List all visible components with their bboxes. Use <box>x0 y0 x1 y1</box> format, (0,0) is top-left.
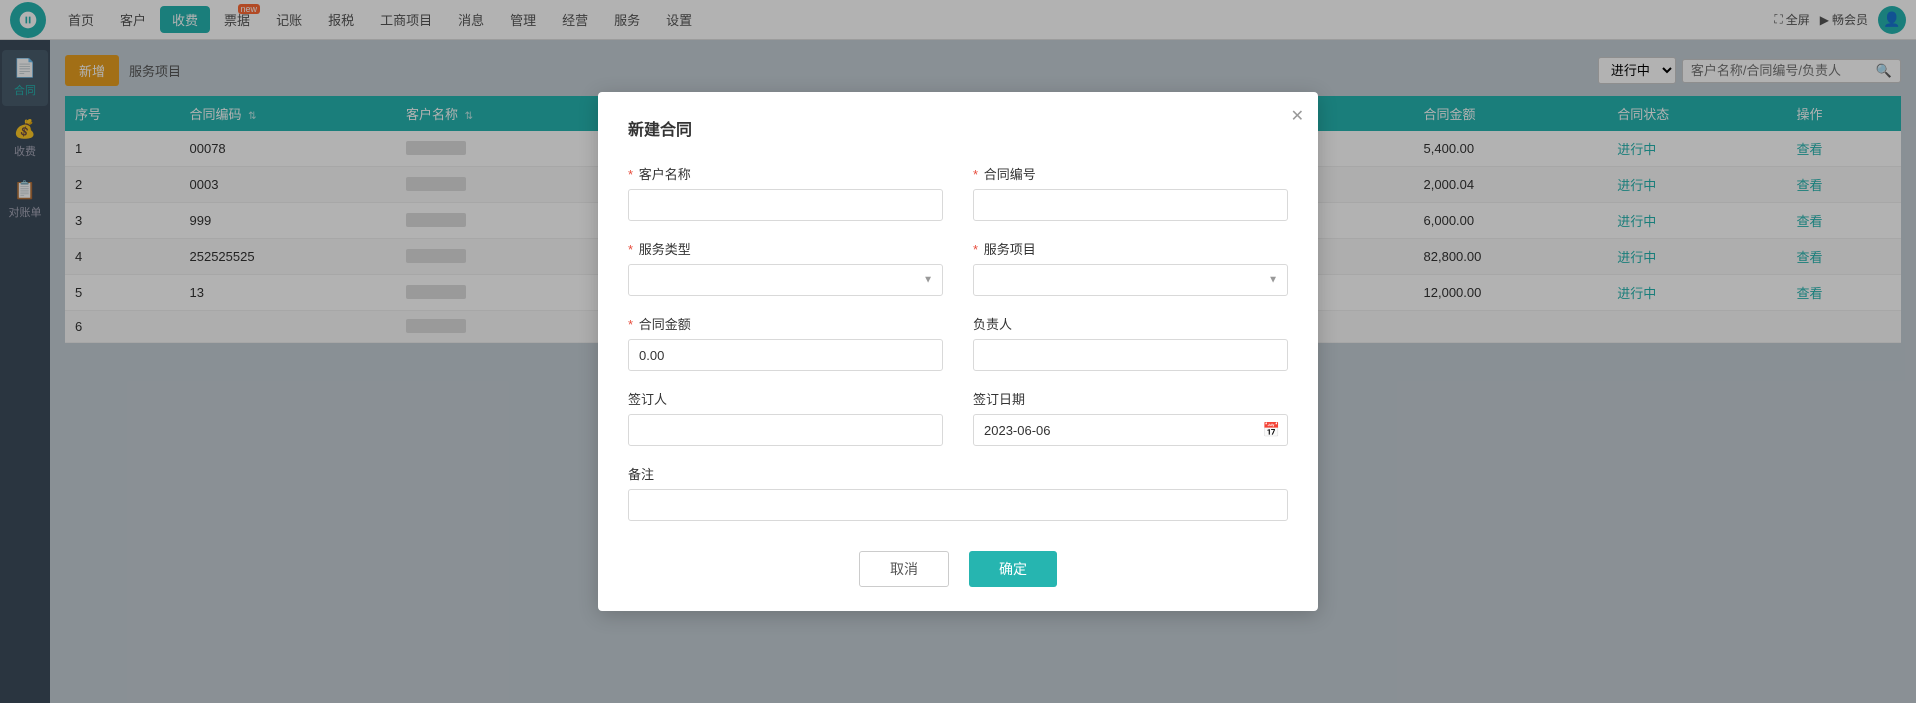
field-service-item: * 服务项目 ▼ <box>973 239 1288 296</box>
input-contract-no[interactable] <box>973 189 1288 221</box>
modal-title: 新建合同 <box>628 116 1288 140</box>
select-service-type[interactable] <box>628 264 943 296</box>
modal-close-button[interactable]: ✕ <box>1291 106 1304 126</box>
field-remark: 备注 <box>628 464 1288 521</box>
label-customer-name: * 客户名称 <box>628 164 943 183</box>
field-signer: 签订人 <box>628 389 943 446</box>
input-customer-name[interactable] <box>628 189 943 221</box>
field-service-type: * 服务类型 ▼ <box>628 239 943 296</box>
confirm-button[interactable]: 确定 <box>969 551 1057 587</box>
input-contract-amount[interactable] <box>628 339 943 371</box>
field-customer-name: * 客户名称 <box>628 164 943 221</box>
label-contract-no: * 合同编号 <box>973 164 1288 183</box>
modal-form: * 客户名称 * 合同编号 * 服务类型 <box>628 164 1288 521</box>
label-remark: 备注 <box>628 464 1288 483</box>
input-responsible[interactable] <box>973 339 1288 371</box>
service-type-wrapper: ▼ <box>628 264 943 296</box>
input-sign-date[interactable] <box>973 414 1288 446</box>
label-signer: 签订人 <box>628 389 943 408</box>
field-sign-date: 签订日期 📅 <box>973 389 1288 446</box>
input-signer[interactable] <box>628 414 943 446</box>
label-responsible: 负责人 <box>973 314 1288 333</box>
label-sign-date: 签订日期 <box>973 389 1288 408</box>
cancel-button[interactable]: 取消 <box>859 551 949 587</box>
modal-footer: 取消 确定 <box>628 551 1288 587</box>
sign-date-wrapper: 📅 <box>973 414 1288 446</box>
service-item-wrapper: ▼ <box>973 264 1288 296</box>
field-contract-amount: * 合同金额 <box>628 314 943 371</box>
field-contract-no: * 合同编号 <box>973 164 1288 221</box>
label-service-item: * 服务项目 <box>973 239 1288 258</box>
modal-overlay[interactable]: 新建合同 ✕ * 客户名称 * 合同编号 <box>0 0 1916 703</box>
select-service-item[interactable] <box>973 264 1288 296</box>
label-service-type: * 服务类型 <box>628 239 943 258</box>
new-contract-modal: 新建合同 ✕ * 客户名称 * 合同编号 <box>598 92 1318 611</box>
label-contract-amount: * 合同金额 <box>628 314 943 333</box>
field-responsible: 负责人 <box>973 314 1288 371</box>
input-remark[interactable] <box>628 489 1288 521</box>
